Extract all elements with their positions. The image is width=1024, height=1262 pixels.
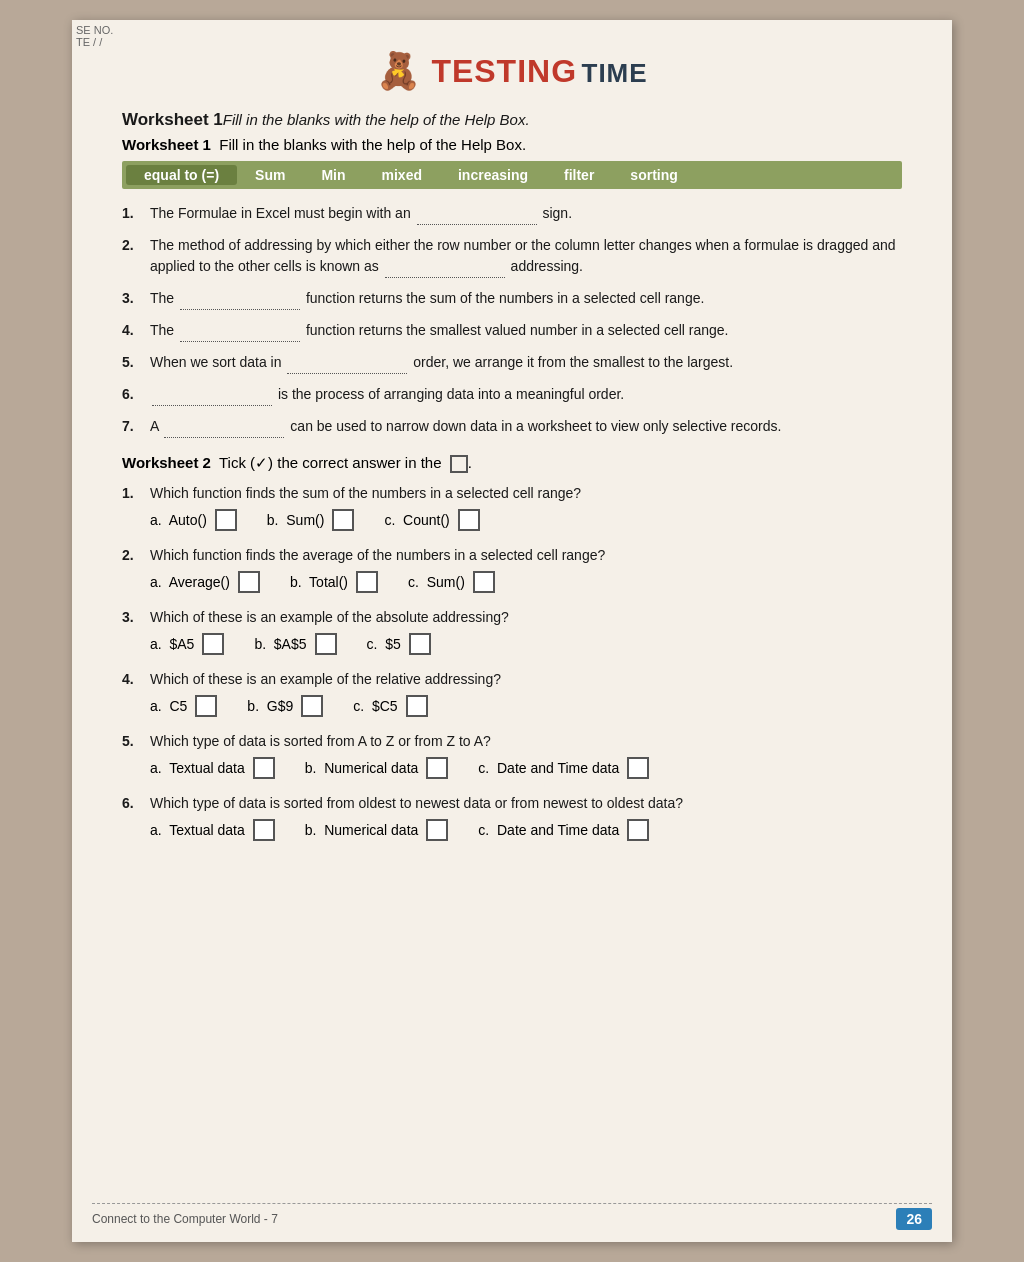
checkbox-2c[interactable] <box>473 571 495 593</box>
checkbox-2a[interactable] <box>238 571 260 593</box>
blank5 <box>287 352 407 374</box>
ws2-options-1: a. Auto() b. Sum() c. Count() <box>150 509 902 531</box>
ws2-title: Worksheet 2 <box>122 454 211 471</box>
checkbox-4b[interactable] <box>301 695 323 717</box>
checkbox-4c[interactable] <box>406 695 428 717</box>
ws2-option-6c: c. Date and Time data <box>478 819 649 841</box>
helpbox-item-equal: equal to (=) <box>126 165 237 185</box>
worksheet1-questions: 1. The Formulae in Excel must begin with… <box>122 203 902 438</box>
checkbox-3a[interactable] <box>202 633 224 655</box>
ws2-option-3b: b. $A$5 <box>254 633 336 655</box>
helpbox: equal to (=) Sum Min mixed increasing fi… <box>122 161 902 189</box>
list-item: 1. The Formulae in Excel must begin with… <box>122 203 902 225</box>
ws2-option-1b: b. Sum() <box>267 509 355 531</box>
helpbox-item-sum: Sum <box>237 165 303 185</box>
ws2-question-5: 5. Which type of data is sorted from A t… <box>122 733 902 779</box>
ws2-options-6: a. Textual data b. Numerical data c. Dat… <box>150 819 902 841</box>
ws2-option-3a: a. $A5 <box>150 633 224 655</box>
ws2-option-6b: b. Numerical data <box>305 819 449 841</box>
ws2-question-3: 3. Which of these is an example of the a… <box>122 609 902 655</box>
checkbox-6a[interactable] <box>253 819 275 841</box>
ws2-option-2c: c. Sum() <box>408 571 495 593</box>
footer-page: 26 <box>896 1208 932 1230</box>
helpbox-item-sorting: sorting <box>612 165 695 185</box>
ws2-option-5b: b. Numerical data <box>305 757 449 779</box>
checkbox-3c[interactable] <box>409 633 431 655</box>
blank1 <box>417 203 537 225</box>
ws2-question-4: 4. Which of these is an example of the r… <box>122 671 902 717</box>
mascot-icon: 🧸 <box>376 50 421 92</box>
list-item: 3. The function returns the sum of the n… <box>122 288 902 310</box>
blank7 <box>164 416 284 438</box>
list-item: 4. The function returns the smallest val… <box>122 320 902 342</box>
ws2-option-4c: c. $C5 <box>353 695 427 717</box>
helpbox-item-increasing: increasing <box>440 165 546 185</box>
helpbox-item-min: Min <box>303 165 363 185</box>
list-item: 2. The method of addressing by which eit… <box>122 235 902 278</box>
page-title: TESTING TIME <box>431 53 647 90</box>
ws2-options-5: a. Textual data b. Numerical data c. Dat… <box>150 757 902 779</box>
ws2-option-1a: a. Auto() <box>150 509 237 531</box>
page-header: 🧸 TESTING TIME <box>122 50 902 92</box>
ws2-option-5c: c. Date and Time data <box>478 757 649 779</box>
footer: Connect to the Computer World - 7 26 <box>72 1203 952 1242</box>
checkbox-2b[interactable] <box>356 571 378 593</box>
helpbox-item-mixed: mixed <box>364 165 440 185</box>
helpbox-item-filter: filter <box>546 165 612 185</box>
ws2-option-4b: b. G$9 <box>247 695 323 717</box>
ws2-question-1: 1. Which function finds the sum of the n… <box>122 485 902 531</box>
checkbox-6c[interactable] <box>627 819 649 841</box>
ws2-option-4a: a. C5 <box>150 695 217 717</box>
worksheet1-instruction: Worksheet 1 Fill in the blanks with the … <box>122 136 902 153</box>
footer-divider <box>92 1203 932 1204</box>
list-item: 7. A can be used to narrow down data in … <box>122 416 902 438</box>
worksheet1-section: Worksheet 1Fill in the blanks with the h… <box>122 110 902 438</box>
ws2-option-1c: c. Count() <box>384 509 479 531</box>
ws2-question-6: 6. Which type of data is sorted from old… <box>122 795 902 841</box>
page: SE NO. TE / / 🧸 TESTING TIME Worksheet 1… <box>72 20 952 1242</box>
blank2 <box>385 256 505 278</box>
tick-box-example <box>450 455 468 473</box>
checkbox-3b[interactable] <box>315 633 337 655</box>
ws2-option-2a: a. Average() <box>150 571 260 593</box>
blank3 <box>180 288 300 310</box>
checkbox-1b[interactable] <box>332 509 354 531</box>
ws2-options-2: a. Average() b. Total() c. Sum() <box>150 571 902 593</box>
checkbox-5c[interactable] <box>627 757 649 779</box>
footer-text: Connect to the Computer World - 7 <box>92 1212 278 1226</box>
ws2-option-3c: c. $5 <box>367 633 431 655</box>
checkbox-5a[interactable] <box>253 757 275 779</box>
list-item: 5. When we sort data in order, we arrang… <box>122 352 902 374</box>
worksheet2-instruction: Worksheet 2 Tick (✓) the correct answer … <box>122 454 902 473</box>
ws2-option-2b: b. Total() <box>290 571 378 593</box>
blank4 <box>180 320 300 342</box>
checkbox-6b[interactable] <box>426 819 448 841</box>
checkbox-1c[interactable] <box>458 509 480 531</box>
ws1-title: Worksheet 1 <box>122 136 211 153</box>
worksheet2-section: Worksheet 2 Tick (✓) the correct answer … <box>122 454 902 841</box>
checkbox-5b[interactable] <box>426 757 448 779</box>
ws2-option-6a: a. Textual data <box>150 819 275 841</box>
ws2-options-3: a. $A5 b. $A$5 c. $5 <box>150 633 902 655</box>
corner-label: SE NO. TE / / <box>76 24 113 48</box>
worksheet2-questions: 1. Which function finds the sum of the n… <box>122 485 902 841</box>
ws2-options-4: a. C5 b. G$9 c. $C5 <box>150 695 902 717</box>
ws2-question-2: 2. Which function finds the average of t… <box>122 547 902 593</box>
checkbox-4a[interactable] <box>195 695 217 717</box>
blank6 <box>152 384 272 406</box>
worksheet1-label: Worksheet 1Fill in the blanks with the h… <box>122 110 902 130</box>
checkbox-1a[interactable] <box>215 509 237 531</box>
list-item: 6. is the process of arranging data into… <box>122 384 902 406</box>
ws2-option-5a: a. Textual data <box>150 757 275 779</box>
